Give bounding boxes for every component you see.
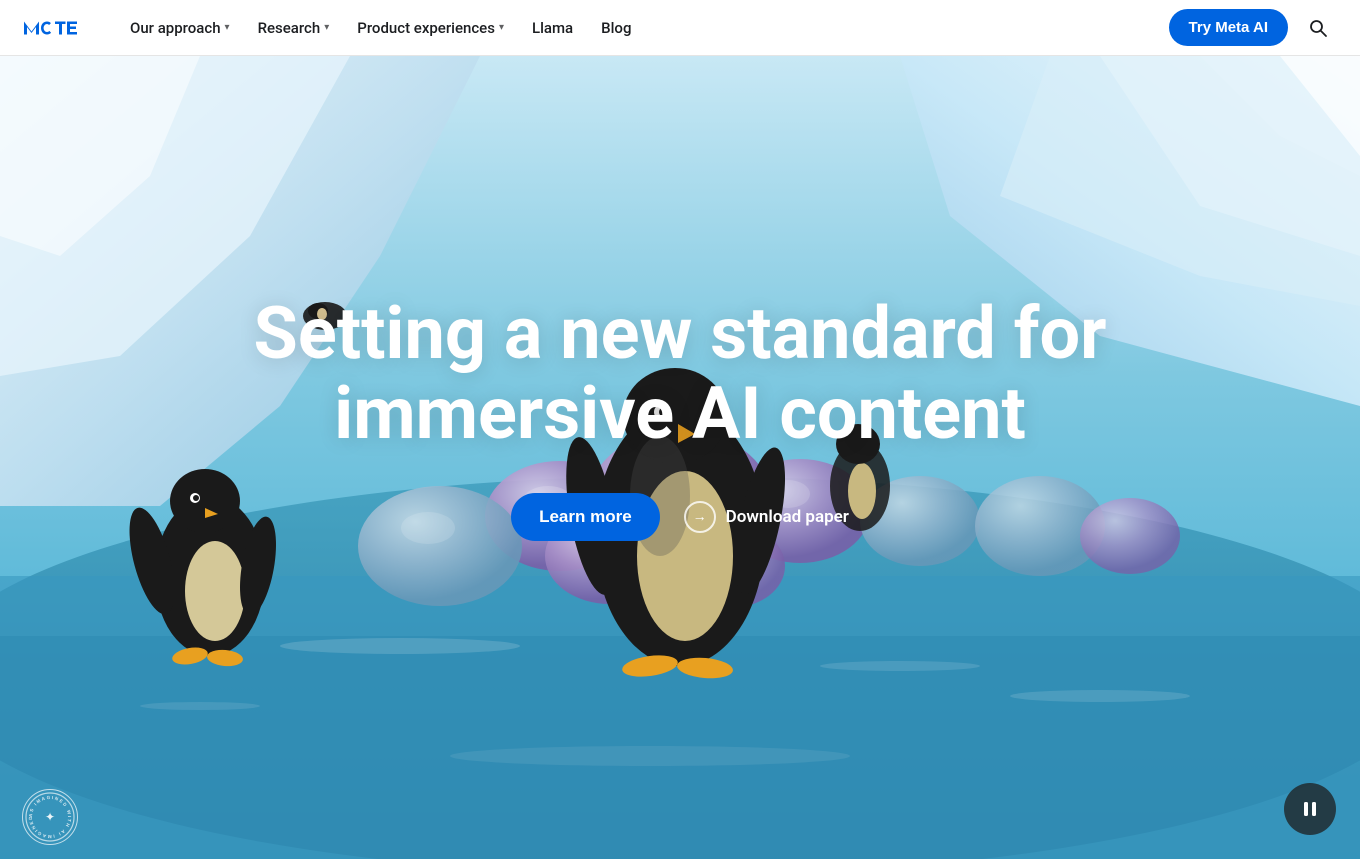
nav-research[interactable]: Research ▾ (246, 11, 342, 45)
nav-links: Our approach ▾ Research ▾ Product experi… (118, 11, 1169, 45)
nav-right: Try Meta AI (1169, 9, 1336, 46)
arrow-right-icon: → (684, 501, 716, 533)
hero-actions: Learn more → Download paper (511, 493, 849, 541)
hero-title: Setting a new standard for immersive AI … (253, 294, 1106, 452)
search-button[interactable] (1300, 10, 1336, 46)
pause-icon (1301, 800, 1319, 818)
meta-logo[interactable] (24, 16, 86, 40)
nav-our-approach[interactable]: Our approach ▾ (118, 11, 242, 45)
nav-llama[interactable]: Llama (520, 11, 585, 45)
chevron-down-icon: ▾ (324, 22, 329, 33)
chevron-down-icon: ▾ (225, 22, 230, 33)
navbar: Our approach ▾ Research ▾ Product experi… (0, 0, 1360, 56)
hero-content: Setting a new standard for immersive AI … (0, 56, 1360, 859)
nav-product-experiences[interactable]: Product experiences ▾ (345, 11, 516, 45)
try-meta-ai-button[interactable]: Try Meta AI (1169, 9, 1288, 46)
pause-button[interactable] (1284, 783, 1336, 835)
chevron-down-icon: ▾ (499, 22, 504, 33)
learn-more-button[interactable]: Learn more (511, 493, 660, 541)
search-icon (1308, 18, 1328, 38)
hero-section: Setting a new standard for immersive AI … (0, 0, 1360, 859)
nav-blog[interactable]: Blog (589, 11, 643, 45)
download-paper-button[interactable]: → Download paper (684, 501, 849, 533)
